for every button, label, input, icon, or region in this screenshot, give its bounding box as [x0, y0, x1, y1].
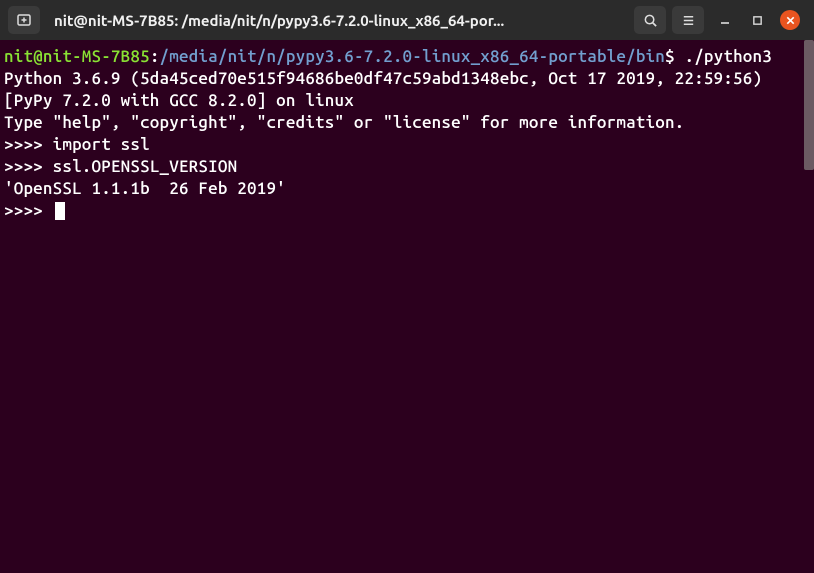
- search-button[interactable]: [634, 6, 666, 34]
- cursor: [55, 202, 65, 220]
- output-line-3: Type "help", "copyright", "credits" or "…: [4, 112, 810, 134]
- window-controls: [710, 10, 806, 30]
- repl-line-2: >>>> ssl.OPENSSL_VERSION: [4, 156, 810, 178]
- prompt-line: nit@nit-MS-7B85:/media/nit/n/pypy3.6-7.2…: [4, 46, 810, 68]
- search-icon: [643, 13, 658, 28]
- maximize-icon: [752, 15, 763, 26]
- repl-cmd-1: import ssl: [53, 135, 150, 154]
- maximize-button[interactable]: [748, 11, 766, 29]
- repl-cmd-2: ssl.OPENSSL_VERSION: [53, 157, 238, 176]
- repl-result: 'OpenSSL 1.1.1b 26 Feb 2019': [4, 178, 810, 200]
- output-line-2: [PyPy 7.2.0 with GCC 8.2.0] on linux: [4, 90, 810, 112]
- repl-prompt: >>>>: [4, 157, 43, 176]
- menu-button[interactable]: [672, 6, 704, 34]
- minimize-button[interactable]: [716, 11, 734, 29]
- new-tab-icon: [16, 12, 32, 28]
- repl-prompt: >>>>: [4, 135, 43, 154]
- prompt-sigil: $: [665, 47, 675, 66]
- prompt-path: /media/nit/n/pypy3.6-7.2.0-linux_x86_64-…: [160, 47, 665, 66]
- repl-line-1: >>>> import ssl: [4, 134, 810, 156]
- prompt-separator: :: [150, 47, 160, 66]
- scrollbar[interactable]: [804, 40, 814, 170]
- close-icon: [785, 15, 796, 26]
- minimize-icon: [719, 14, 731, 26]
- titlebar: nit@nit-MS-7B85: /media/nit/n/pypy3.6-7.…: [0, 0, 814, 40]
- terminal-body[interactable]: nit@nit-MS-7B85:/media/nit/n/pypy3.6-7.2…: [0, 40, 814, 228]
- close-button[interactable]: [780, 10, 800, 30]
- prompt-user-host: nit@nit-MS-7B85: [4, 47, 150, 66]
- window-title: nit@nit-MS-7B85: /media/nit/n/pypy3.6-7.…: [46, 12, 628, 29]
- output-line-1: Python 3.6.9 (5da45ced70e515f94686be0df4…: [4, 68, 810, 90]
- command-text: ./python3: [684, 47, 771, 66]
- repl-empty-prompt: >>>>: [4, 200, 810, 222]
- new-tab-button[interactable]: [8, 6, 40, 34]
- hamburger-icon: [681, 13, 696, 28]
- repl-prompt: >>>>: [4, 201, 43, 220]
